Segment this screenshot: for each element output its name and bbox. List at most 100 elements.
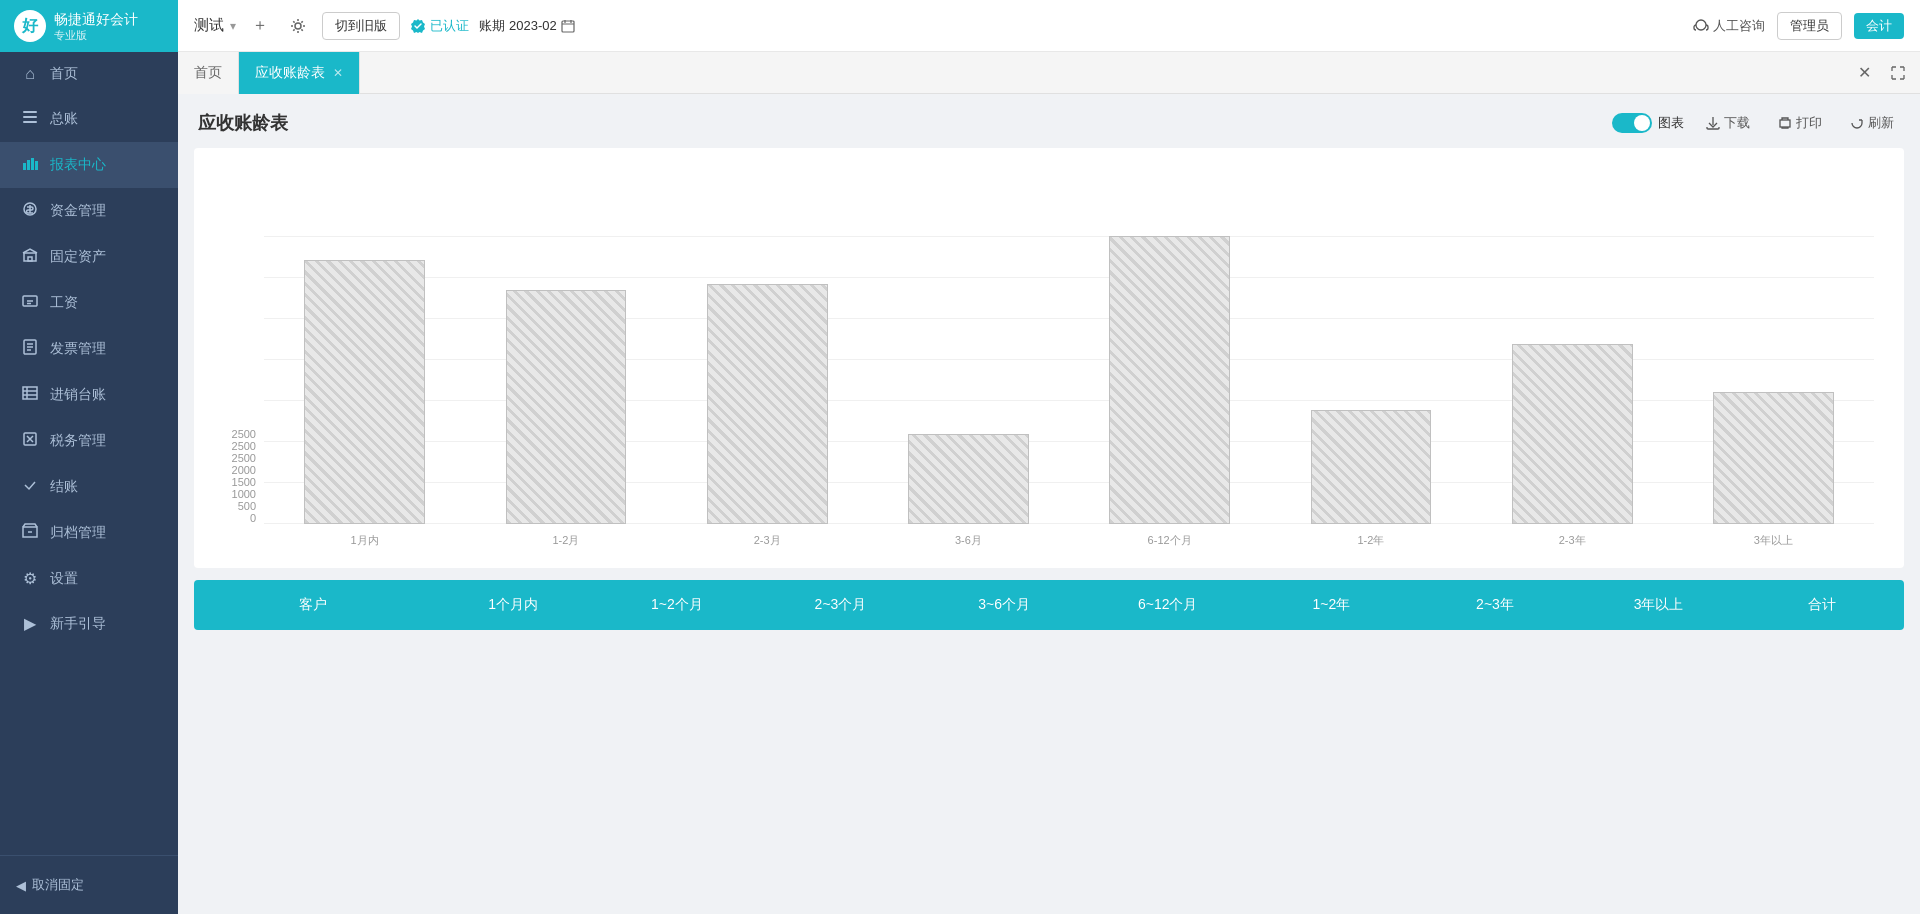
project-name: 测试 [194,16,224,35]
sidebar-logo: 好 畅捷通好会计 专业版 [0,0,178,52]
tab-aging[interactable]: 应收账龄表 ✕ [239,52,360,94]
y-label-2: 1000 [232,488,256,500]
y-label-3: 1500 [232,476,256,488]
sidebar-item-settings[interactable]: ⚙ 设置 [0,556,178,601]
content-area: 应收账龄表 图表 下载 打印 [178,94,1920,914]
cancel-fixed-label: 取消固定 [32,876,84,894]
bars-row [264,236,1874,548]
bar-wrapper-5 [1311,410,1432,524]
bar-group-4 [1069,236,1270,524]
sidebar-label-assets: 固定资产 [50,248,106,266]
sidebar-item-assets[interactable]: 固定资产 [0,234,178,280]
sidebar-label-tax: 税务管理 [50,432,106,450]
cancel-fixed-icon: ◀ [16,878,26,893]
refresh-icon [1850,116,1864,130]
bar-2[interactable] [707,284,828,524]
invoice-icon [20,339,40,359]
bar-group-6 [1472,344,1673,524]
expand-btn[interactable] [1884,59,1912,87]
tax-icon [20,431,40,451]
period-label: 账期 [479,17,505,35]
refresh-label: 刷新 [1868,114,1894,132]
add-button[interactable]: ＋ [246,12,274,40]
sidebar-item-ledger[interactable]: 总账 [0,96,178,142]
bar-0[interactable] [304,260,425,524]
calendar-icon[interactable] [561,19,575,33]
manager-btn[interactable]: 管理员 [1777,12,1842,40]
bar-wrapper-3 [908,434,1029,524]
tab-aging-close[interactable]: ✕ [333,66,343,80]
table-header-5: 6~12个月 [1086,580,1250,630]
svg-rect-0 [23,111,37,113]
y-axis: 2500 2500 2500 2000 1500 1000 500 0 [224,428,264,548]
refresh-btn[interactable]: 刷新 [1844,110,1900,136]
sidebar-label-reports: 报表中心 [50,156,106,174]
archive-icon [20,523,40,543]
purchase-icon [20,385,40,405]
sidebar-item-invoice[interactable]: 发票管理 [0,326,178,372]
bar-1[interactable] [506,290,627,524]
guide-icon: ▶ [20,614,40,633]
bar-6[interactable] [1512,344,1633,524]
cancel-fixed-btn[interactable]: ◀ 取消固定 [0,866,178,904]
svg-rect-4 [27,160,30,170]
bar-group-0 [264,260,465,524]
sidebar-item-funds[interactable]: 资金管理 [0,188,178,234]
chart-area: 2500 2500 2500 2000 1500 1000 500 0 [194,148,1904,568]
page-actions: 图表 下载 打印 刷新 [1612,110,1900,136]
sidebar-label-guide: 新手引导 [50,615,106,633]
table-header-0: 客户 [194,580,431,630]
verified-badge: 已认证 [410,17,469,35]
table-container: 客户1个月内1~2个月2~3个月3~6个月6~12个月1~2年2~3年3年以上合… [194,580,1904,630]
switch-old-version-btn[interactable]: 切到旧版 [322,12,400,40]
page-header: 应收账龄表 图表 下载 打印 [194,110,1904,136]
settings-button[interactable] [284,12,312,40]
funds-icon [20,201,40,221]
bar-4[interactable] [1109,236,1230,524]
help-btn[interactable]: 人工咨询 [1693,17,1765,35]
home-icon: ⌂ [20,65,40,83]
sidebar-label-funds: 资金管理 [50,202,106,220]
checkout-icon [20,477,40,497]
bar-7[interactable] [1713,392,1834,524]
download-icon [1706,116,1720,130]
verified-label: 已认证 [430,17,469,35]
print-btn[interactable]: 打印 [1772,110,1828,136]
bar-wrapper-1 [506,290,627,524]
tab-home[interactable]: 首页 [178,52,239,94]
sidebar-item-guide[interactable]: ▶ 新手引导 [0,601,178,646]
table-header: 客户1个月内1~2个月2~3个月3~6个月6~12个月1~2年2~3年3年以上合… [194,580,1904,630]
app-name: 畅捷通好会计 [54,10,138,28]
sidebar-item-archive[interactable]: 归档管理 [0,510,178,556]
period-value: 2023-02 [509,18,557,33]
help-label: 人工咨询 [1713,17,1765,35]
sidebar-item-tax[interactable]: 税务管理 [0,418,178,464]
tabbar-right: ✕ [1850,59,1920,87]
project-selector[interactable]: 测试 ▾ [194,16,236,35]
sidebar-item-checkout[interactable]: 结账 [0,464,178,510]
bar-5[interactable] [1311,410,1432,524]
svg-point-17 [1696,20,1706,30]
chart-inner: 2500 2500 2500 2000 1500 1000 500 0 [224,168,1874,548]
bar-group-3 [868,434,1069,524]
print-icon [1778,116,1792,130]
chart-toggle[interactable] [1612,113,1652,133]
role-btn[interactable]: 会计 [1854,13,1904,39]
sidebar-item-home[interactable]: ⌂ 首页 [0,52,178,96]
close-panel-btn[interactable]: ✕ [1850,59,1878,87]
sidebar-label-payroll: 工资 [50,294,78,312]
download-btn[interactable]: 下载 [1700,110,1756,136]
bar-3[interactable] [908,434,1029,524]
sidebar-label-purchase: 进销台账 [50,386,106,404]
tab-aging-label: 应收账龄表 [255,64,325,82]
table-header-4: 3~6个月 [922,580,1086,630]
svg-rect-3 [23,163,26,170]
chart-plot: 1月内1-2月2-3月3-6月6-12个月1-2年2-3年3年以上 [264,236,1874,548]
sidebar-label-home: 首页 [50,65,78,83]
assets-icon [20,247,40,267]
svg-rect-16 [562,21,574,32]
sidebar-item-payroll[interactable]: 工资 [0,280,178,326]
download-label: 下载 [1724,114,1750,132]
sidebar-item-purchase[interactable]: 进销台账 [0,372,178,418]
sidebar-item-reports[interactable]: 报表中心 [0,142,178,188]
